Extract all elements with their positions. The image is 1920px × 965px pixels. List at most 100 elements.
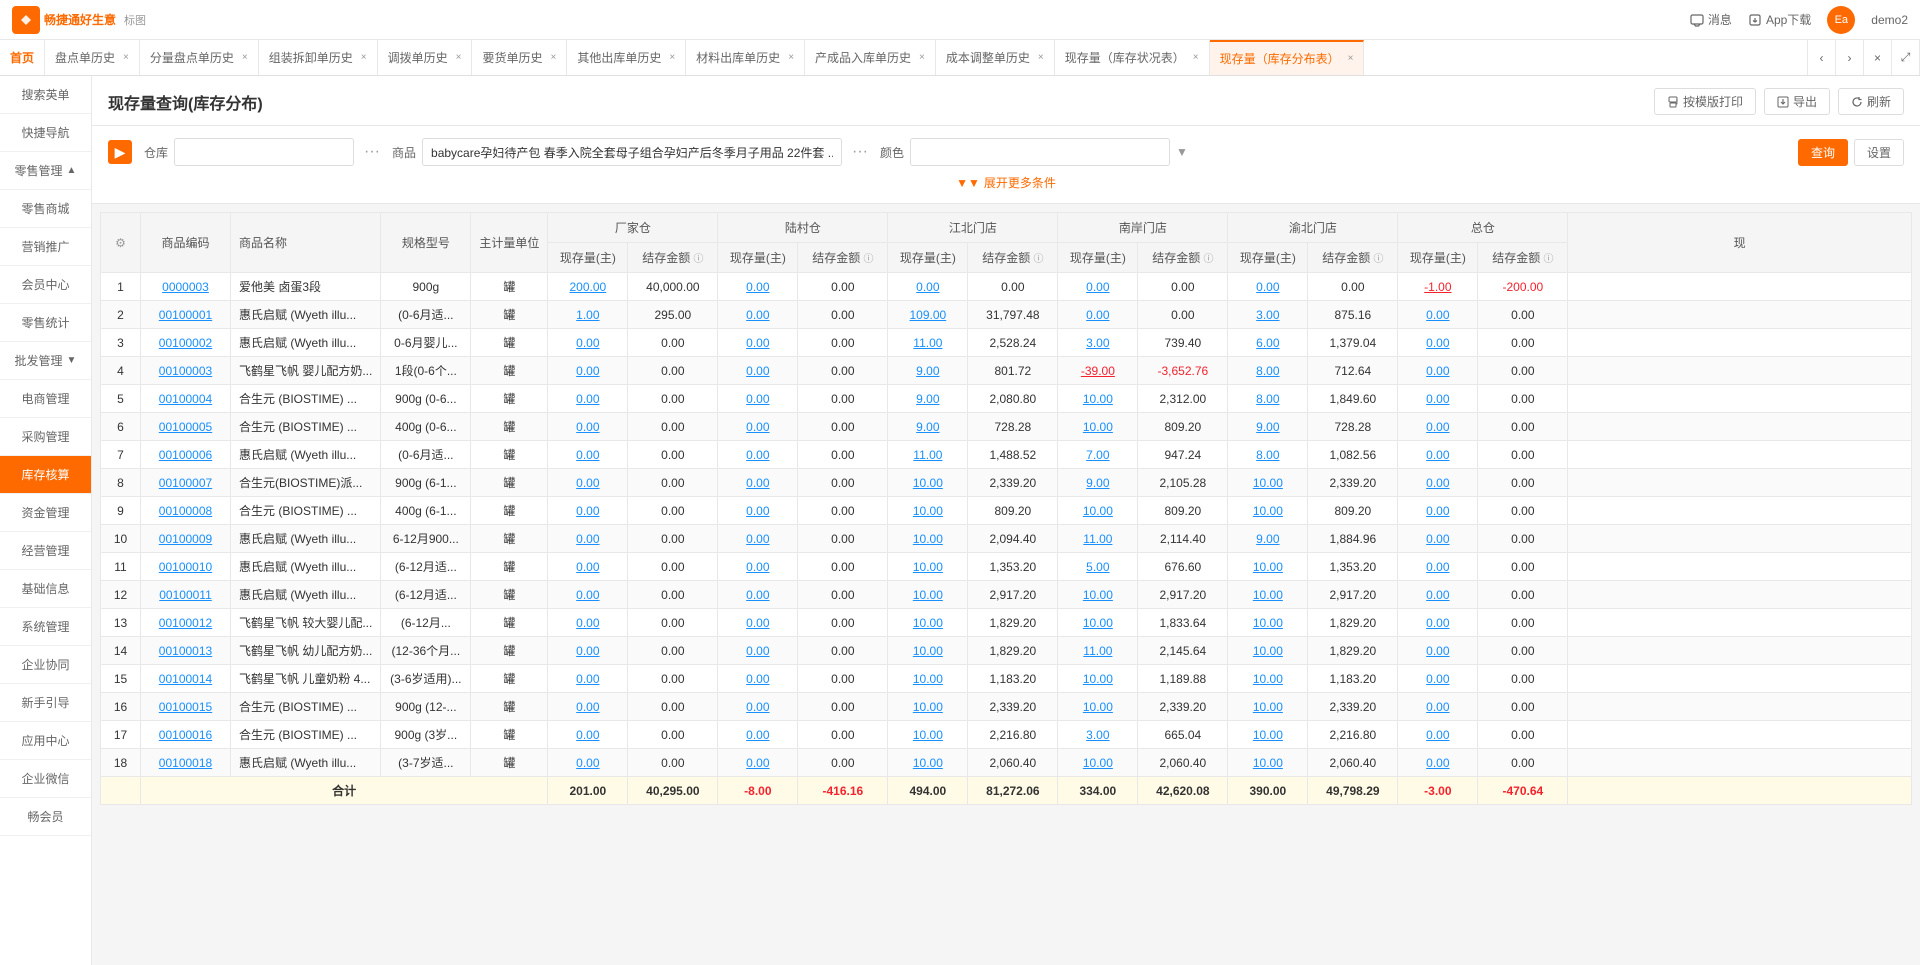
table-cell[interactable]: 00100004	[141, 385, 231, 413]
warehouse-picker-btn[interactable]: ···	[364, 143, 380, 161]
table-cell[interactable]: 0.00	[1398, 749, 1478, 777]
table-cell[interactable]: 0.00	[548, 441, 628, 469]
tab-stock-status[interactable]: 现存量（库存状况表） ×	[1055, 40, 1210, 76]
tab-purchase[interactable]: 要货单历史 ×	[472, 40, 567, 76]
table-cell[interactable]: 10.00	[1058, 693, 1138, 721]
table-cell[interactable]: 0.00	[1228, 273, 1308, 301]
tab-cost-adjust-close[interactable]: ×	[1038, 52, 1044, 63]
table-cell[interactable]: 0.00	[548, 581, 628, 609]
table-cell[interactable]: 10.00	[1228, 749, 1308, 777]
tab-stock-status-close[interactable]: ×	[1193, 52, 1199, 63]
table-cell[interactable]: 9.00	[1228, 413, 1308, 441]
table-cell[interactable]: 5.00	[1058, 553, 1138, 581]
table-cell[interactable]: 10.00	[1058, 413, 1138, 441]
table-cell[interactable]: 10.00	[888, 693, 968, 721]
yubei-info-icon[interactable]: ⓘ	[1374, 254, 1384, 265]
tab-transfer[interactable]: 调拨单历史 ×	[378, 40, 473, 76]
sidebar-item-ecommerce[interactable]: 电商管理	[0, 380, 91, 418]
sidebar-item-member-center[interactable]: 会员中心	[0, 266, 91, 304]
table-cell[interactable]: 0.00	[1398, 301, 1478, 329]
table-cell[interactable]: 200.00	[548, 273, 628, 301]
table-cell[interactable]: 10.00	[888, 553, 968, 581]
tab-other-out[interactable]: 其他出库单历史 ×	[567, 40, 686, 76]
tab-purchase-close[interactable]: ×	[550, 52, 556, 63]
table-cell[interactable]: 10.00	[888, 497, 968, 525]
table-cell[interactable]: 9.00	[888, 357, 968, 385]
tab-fullscreen-btn[interactable]: ⤢	[1892, 40, 1920, 76]
chanjia-info-icon[interactable]: ⓘ	[694, 254, 704, 265]
table-cell[interactable]: 00100012	[141, 609, 231, 637]
table-cell[interactable]: 0.00	[718, 469, 798, 497]
table-cell[interactable]: 11.00	[888, 441, 968, 469]
table-cell[interactable]: 0.00	[718, 553, 798, 581]
table-cell[interactable]: 0.00	[548, 469, 628, 497]
sidebar-item-system[interactable]: 系统管理	[0, 608, 91, 646]
table-cell[interactable]: 0.00	[548, 665, 628, 693]
table-cell[interactable]: 0.00	[718, 273, 798, 301]
table-cell[interactable]: 0.00	[718, 637, 798, 665]
table-cell[interactable]: 8.00	[1228, 357, 1308, 385]
table-cell[interactable]: 0.00	[718, 693, 798, 721]
table-cell[interactable]: 10.00	[888, 581, 968, 609]
tab-assemble[interactable]: 组装拆卸单历史 ×	[259, 40, 378, 76]
table-cell[interactable]: 10.00	[1058, 665, 1138, 693]
sidebar-item-purchase[interactable]: 采购管理	[0, 418, 91, 456]
table-cell[interactable]: 11.00	[888, 329, 968, 357]
table-cell[interactable]: 10.00	[1228, 693, 1308, 721]
table-cell[interactable]: 00100011	[141, 581, 231, 609]
table-cell[interactable]: 10.00	[888, 525, 968, 553]
table-cell[interactable]: 00100014	[141, 665, 231, 693]
table-cell[interactable]: 00100013	[141, 637, 231, 665]
table-cell[interactable]: 9.00	[1228, 525, 1308, 553]
table-cell[interactable]: 10.00	[1228, 469, 1308, 497]
table-cell[interactable]: 10.00	[1058, 581, 1138, 609]
table-cell[interactable]: 0.00	[1398, 385, 1478, 413]
table-cell[interactable]: 0.00	[718, 609, 798, 637]
tab-other-out-close[interactable]: ×	[669, 52, 675, 63]
table-cell[interactable]: 00100009	[141, 525, 231, 553]
table-cell[interactable]: 1.00	[548, 301, 628, 329]
table-cell[interactable]: 0.00	[888, 273, 968, 301]
table-cell[interactable]: 0.00	[718, 329, 798, 357]
table-cell[interactable]: 00100018	[141, 749, 231, 777]
table-cell[interactable]: 0.00	[1398, 357, 1478, 385]
table-cell[interactable]: 10.00	[1058, 609, 1138, 637]
table-cell[interactable]: 10.00	[888, 749, 968, 777]
table-cell[interactable]: 0.00	[548, 693, 628, 721]
table-cell[interactable]: 00100016	[141, 721, 231, 749]
expand-more-btn[interactable]: ▼▼ 展开更多条件	[956, 174, 1056, 191]
table-cell[interactable]: 3.00	[1058, 329, 1138, 357]
table-cell[interactable]: 0.00	[718, 357, 798, 385]
color-input[interactable]	[910, 138, 1170, 166]
col-header-settings[interactable]: ⚙	[101, 213, 141, 273]
table-cell[interactable]: 10.00	[888, 665, 968, 693]
table-cell[interactable]: 3.00	[1058, 721, 1138, 749]
warehouse-input[interactable]	[174, 138, 354, 166]
sidebar-item-retail-stats[interactable]: 零售统计	[0, 304, 91, 342]
tab-next-btn[interactable]: ›	[1836, 40, 1864, 76]
table-cell[interactable]: 0.00	[1398, 441, 1478, 469]
table-cell[interactable]: 10.00	[888, 637, 968, 665]
table-cell[interactable]: 0.00	[1398, 693, 1478, 721]
table-cell[interactable]: 0000003	[141, 273, 231, 301]
jiangbei-info-icon[interactable]: ⓘ	[1034, 254, 1044, 265]
sidebar-item-app-center[interactable]: 应用中心	[0, 722, 91, 760]
sidebar-item-enterprise[interactable]: 企业协同	[0, 646, 91, 684]
table-cell[interactable]: 10.00	[1058, 385, 1138, 413]
table-cell[interactable]: 10.00	[1228, 721, 1308, 749]
export-btn[interactable]: 导出	[1764, 88, 1830, 115]
tab-home[interactable]: 首页	[0, 40, 45, 76]
sidebar-item-search-hero[interactable]: 搜索英单	[0, 76, 91, 114]
table-cell[interactable]: -39.00	[1058, 357, 1138, 385]
color-dropdown-arrow[interactable]: ▼	[1176, 145, 1188, 159]
table-cell[interactable]: 11.00	[1058, 637, 1138, 665]
sidebar-item-operations[interactable]: 经营管理	[0, 532, 91, 570]
table-cell[interactable]: 0.00	[718, 721, 798, 749]
sidebar-item-wholesale[interactable]: 批发管理 ▼	[0, 342, 91, 380]
table-cell[interactable]: 0.00	[548, 609, 628, 637]
table-cell[interactable]: 0.00	[1398, 553, 1478, 581]
table-cell[interactable]: 0.00	[718, 441, 798, 469]
table-cell[interactable]: 0.00	[548, 637, 628, 665]
table-cell[interactable]: 8.00	[1228, 385, 1308, 413]
table-cell[interactable]: 6.00	[1228, 329, 1308, 357]
